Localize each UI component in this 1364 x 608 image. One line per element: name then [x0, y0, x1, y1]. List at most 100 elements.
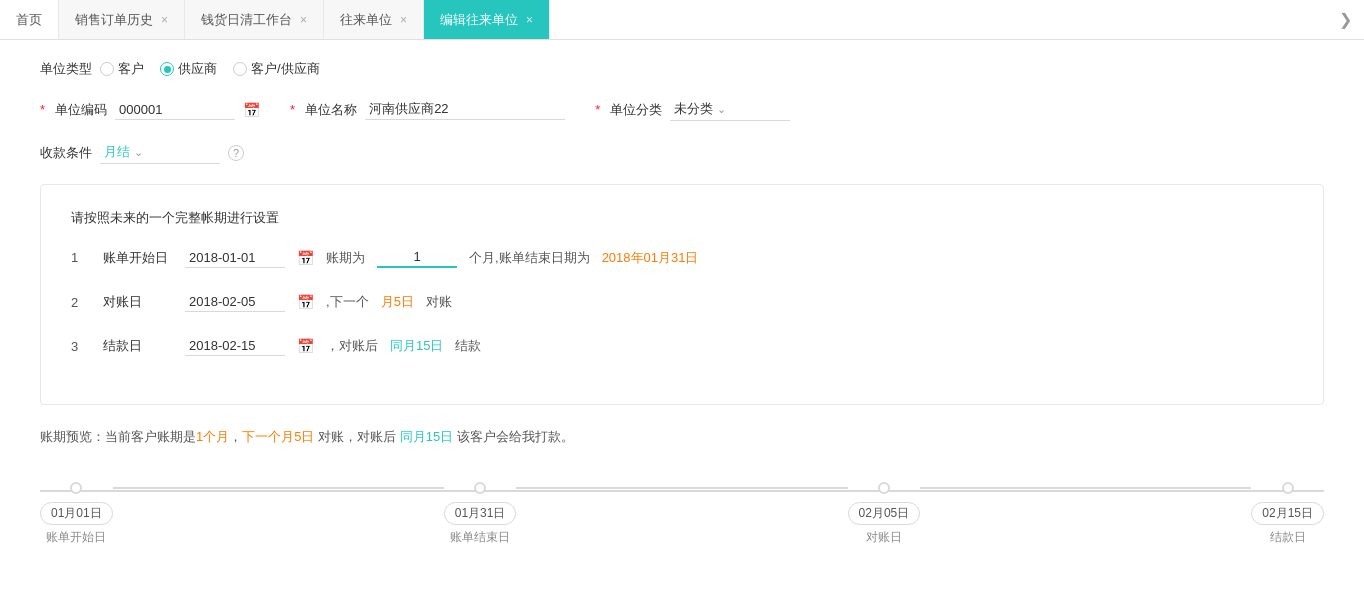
unit-code-field: * 单位编码 📅 [40, 100, 260, 120]
unit-category-required: * [595, 102, 600, 117]
radio-customer-label: 客户 [118, 60, 144, 78]
period-row-2: 2 对账日 📅 ,下一个月5日 对账 [71, 292, 1293, 312]
tab-cashier[interactable]: 钱货日清工作台 × [185, 0, 324, 39]
period-cal-1[interactable]: 📅 [297, 250, 314, 266]
period-row-1: 1 账单开始日 📅 账期为 个月,账单结束日期为 2018年01月31日 [71, 247, 1293, 268]
period-settings-box: 请按照未来的一个完整帐期进行设置 1 账单开始日 📅 账期为 个月,账单结束日期… [40, 184, 1324, 405]
timeline-node-2: 01月31日 账单结束日 [444, 482, 517, 546]
period-label-1: 账单开始日 [103, 249, 173, 267]
unit-code-required: * [40, 102, 45, 117]
period-date-3[interactable] [185, 336, 285, 356]
tab-edit-partner-close[interactable]: × [526, 13, 533, 27]
period-after-3: 结款 [455, 337, 481, 355]
period-after-2: 对账 [426, 293, 452, 311]
unit-name-required: * [290, 102, 295, 117]
period-prefix-2: ,下一个 [326, 293, 369, 311]
preview-mid: 对账，对账后 [314, 429, 399, 444]
timeline-dot-1 [70, 482, 82, 494]
unit-category-value: 未分类 [674, 100, 713, 118]
tab-cashier-close[interactable]: × [300, 13, 307, 27]
period-end-date-1: 2018年01月31日 [602, 249, 699, 267]
tab-cashier-label: 钱货日清工作台 [201, 11, 292, 29]
timeline-badge-1: 01月01日 [40, 502, 113, 525]
unit-category-chevron: ⌄ [717, 103, 726, 116]
period-cal-2[interactable]: 📅 [297, 294, 314, 310]
tab-expand-button[interactable]: ❯ [1327, 0, 1364, 39]
timeline-spacer-3 [920, 487, 1251, 489]
timeline-label-2: 账单结束日 [450, 529, 510, 546]
period-suffix-before-1: 账期为 [326, 249, 365, 267]
period-prefix-3: ，对账后 [326, 337, 378, 355]
preview-section: 账期预览：当前客户账期是1个月，下一个月5日 对账，对账后 同月15日 该客户会… [40, 425, 1324, 448]
payment-terms-row: 收款条件 月结 ⌄ ? [40, 141, 1324, 164]
tab-partner-close[interactable]: × [400, 13, 407, 27]
radio-both-circle [233, 62, 247, 76]
timeline-dot-3 [878, 482, 890, 494]
radio-both[interactable]: 客户/供应商 [233, 60, 320, 78]
unit-name-field: * 单位名称 [290, 100, 565, 120]
tab-home-label: 首页 [16, 11, 42, 29]
timeline-node-1: 01月01日 账单开始日 [40, 482, 113, 546]
payment-terms-field: 收款条件 月结 ⌄ ? [40, 141, 244, 164]
unit-type-field: 单位类型 客户 供应商 客户/供应商 [40, 60, 320, 78]
timeline-label-3: 对账日 [866, 529, 902, 546]
timeline: 01月01日 账单开始日 01月31日 账单结束日 02月05日 对账日 [40, 472, 1324, 576]
tab-sales-history-close[interactable]: × [161, 13, 168, 27]
radio-supplier-label: 供应商 [178, 60, 217, 78]
payment-terms-label: 收款条件 [40, 144, 92, 162]
tab-sales-history[interactable]: 销售订单历史 × [59, 0, 185, 39]
unit-info-row: * 单位编码 📅 * 单位名称 * 单位分类 未分类 ⌄ [40, 98, 1324, 121]
period-date-1[interactable] [185, 248, 285, 268]
preview-part3: 同月15日 [400, 429, 453, 444]
payment-terms-help-icon[interactable]: ? [228, 145, 244, 161]
unit-category-label: 单位分类 [610, 101, 662, 119]
period-date-2[interactable] [185, 292, 285, 312]
timeline-dot-4 [1282, 482, 1294, 494]
unit-code-input[interactable] [115, 100, 235, 120]
radio-supplier[interactable]: 供应商 [160, 60, 217, 78]
unit-name-input[interactable] [365, 100, 565, 120]
timeline-node-3: 02月05日 对账日 [848, 482, 921, 546]
radio-customer[interactable]: 客户 [100, 60, 144, 78]
unit-category-select[interactable]: 未分类 ⌄ [670, 98, 790, 121]
tab-bar: 首页 销售订单历史 × 钱货日清工作台 × 往来单位 × 编辑往来单位 × ❯ [0, 0, 1364, 40]
timeline-nodes: 01月01日 账单开始日 01月31日 账单结束日 02月05日 对账日 [40, 482, 1324, 546]
unit-type-row: 单位类型 客户 供应商 客户/供应商 [40, 60, 1324, 78]
period-suffix-after-label: 个月,账单结束日期为 [469, 249, 590, 267]
tab-sales-history-label: 销售订单历史 [75, 11, 153, 29]
timeline-dot-2 [474, 482, 486, 494]
preview-label: 账期预览：当前客户账期是 [40, 429, 196, 444]
payment-terms-select[interactable]: 月结 ⌄ [100, 141, 220, 164]
unit-type-label: 单位类型 [40, 60, 92, 78]
main-content: 单位类型 客户 供应商 客户/供应商 * 单位编码 [0, 40, 1364, 608]
unit-code-label: 单位编码 [55, 101, 107, 119]
tab-partner-label: 往来单位 [340, 11, 392, 29]
preview-part1: 1个月 [196, 429, 229, 444]
period-label-3: 结款日 [103, 337, 173, 355]
period-month-input[interactable] [377, 247, 457, 268]
period-label-2: 对账日 [103, 293, 173, 311]
payment-terms-chevron: ⌄ [134, 146, 143, 159]
payment-terms-value: 月结 [104, 143, 130, 161]
tab-edit-partner-label: 编辑往来单位 [440, 11, 518, 29]
timeline-badge-4: 02月15日 [1251, 502, 1324, 525]
unit-category-field: * 单位分类 未分类 ⌄ [595, 98, 790, 121]
tab-edit-partner[interactable]: 编辑往来单位 × [424, 0, 550, 39]
timeline-node-4: 02月15日 结款日 [1251, 482, 1324, 546]
timeline-badge-2: 01月31日 [444, 502, 517, 525]
period-num-1: 1 [71, 250, 91, 265]
period-cal-3[interactable]: 📅 [297, 338, 314, 354]
unit-code-picker-icon[interactable]: 📅 [243, 102, 260, 118]
tab-home[interactable]: 首页 [0, 0, 59, 39]
period-settings-title: 请按照未来的一个完整帐期进行设置 [71, 209, 1293, 227]
unit-name-label: 单位名称 [305, 101, 357, 119]
timeline-label-1: 账单开始日 [46, 529, 106, 546]
timeline-badge-3: 02月05日 [848, 502, 921, 525]
period-row-3: 3 结款日 📅 ，对账后 同月15日 结款 [71, 336, 1293, 356]
timeline-label-4: 结款日 [1270, 529, 1306, 546]
timeline-spacer-2 [516, 487, 847, 489]
tab-partner[interactable]: 往来单位 × [324, 0, 424, 39]
radio-both-label: 客户/供应商 [251, 60, 320, 78]
period-num-3: 3 [71, 339, 91, 354]
period-highlight-2: 月5日 [381, 293, 414, 311]
